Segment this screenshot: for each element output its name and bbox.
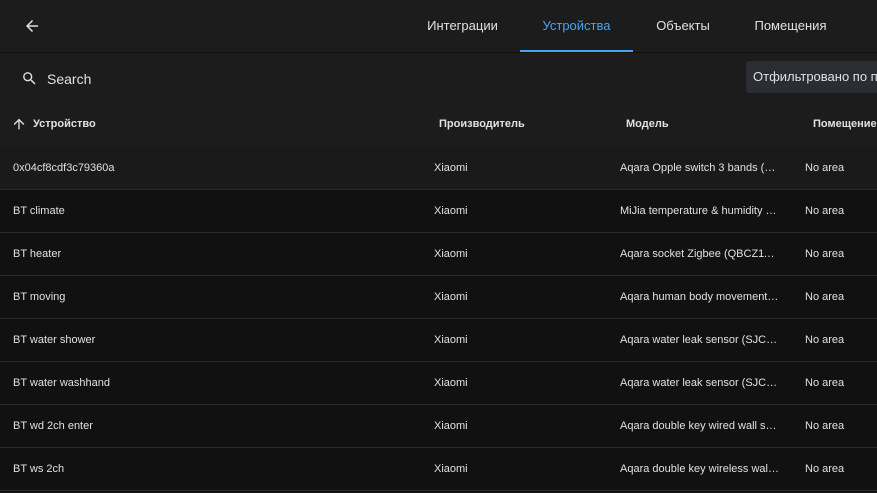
model-cell: Aqara Opple switch 3 bands (WX… — [620, 162, 780, 174]
device-name: BT climate — [13, 205, 65, 217]
device-name: 0x04cf8cdf3c79360a — [13, 162, 115, 174]
table-row[interactable]: BT ws 2ch Xiaomi Aqara double key wirele… — [0, 448, 877, 491]
model-cell: Aqara human body movement an… — [620, 291, 780, 303]
column-header-device[interactable]: Устройство — [33, 101, 96, 147]
table-row[interactable]: BT wd 2ch enter Xiaomi Aqara double key … — [0, 405, 877, 448]
area-cell: No area — [805, 463, 845, 475]
area-cell: No area — [805, 377, 845, 389]
manufacturer-cell: Xiaomi — [434, 463, 468, 475]
table-row[interactable]: BT moving Xiaomi Aqara human body moveme… — [0, 276, 877, 319]
table-row[interactable]: BT climate Xiaomi MiJia temperature & hu… — [0, 190, 877, 233]
area-cell: No area — [805, 205, 845, 217]
column-header-manufacturer[interactable]: Производитель — [439, 101, 525, 147]
area-cell: No area — [805, 248, 845, 260]
table-row[interactable]: BT heater Xiaomi Aqara socket Zigbee (QB… — [0, 233, 877, 276]
arrow-left-icon — [26, 20, 38, 32]
manufacturer-cell: Xiaomi — [434, 162, 468, 174]
tab-entities[interactable]: Объекты — [633, 0, 733, 52]
model-cell: Aqara socket Zigbee (QBCZ11LM) — [620, 248, 780, 260]
device-name: BT heater — [13, 248, 62, 260]
model-cell: Aqara water leak sensor (SJCGQ… — [620, 377, 780, 389]
device-name: BT moving — [13, 291, 66, 303]
model-cell: Aqara water leak sensor (SJCGQ… — [620, 334, 780, 346]
filter-chip[interactable]: Отфильтровано по при — [746, 61, 877, 93]
table-row[interactable]: 0x04cf8cdf3c79360a Xiaomi Aqara Opple sw… — [0, 147, 877, 190]
area-cell: No area — [805, 291, 845, 303]
device-name: BT wd 2ch enter — [13, 420, 93, 432]
manufacturer-cell: Xiaomi — [434, 248, 468, 260]
manufacturer-cell: Xiaomi — [434, 334, 468, 346]
table-row[interactable]: BT water shower Xiaomi Aqara water leak … — [0, 319, 877, 362]
device-name: BT ws 2ch — [13, 463, 65, 475]
manufacturer-cell: Xiaomi — [434, 291, 468, 303]
manufacturer-cell: Xiaomi — [434, 377, 468, 389]
area-cell: No area — [805, 162, 845, 174]
device-name: BT water washhand — [13, 377, 111, 389]
tab-areas[interactable]: Помещения — [733, 0, 848, 52]
column-header-area[interactable]: Помещение — [813, 101, 877, 147]
device-table: 0x04cf8cdf3c79360a Xiaomi Aqara Opple sw… — [0, 147, 877, 491]
model-cell: Aqara double key wired wall swit… — [620, 420, 780, 432]
model-cell: Aqara double key wireless wall s… — [620, 463, 780, 475]
area-cell: No area — [805, 420, 845, 432]
top-app-bar: Интеграции Устройства Объекты Помещения — [0, 0, 877, 52]
back-button[interactable] — [18, 12, 46, 40]
column-header-model[interactable]: Модель — [626, 101, 669, 147]
area-cell: No area — [805, 334, 845, 346]
search-input[interactable] — [45, 67, 349, 91]
tab-devices[interactable]: Устройства — [520, 0, 633, 52]
manufacturer-cell: Xiaomi — [434, 205, 468, 217]
manufacturer-cell: Xiaomi — [434, 420, 468, 432]
tab-integrations[interactable]: Интеграции — [405, 0, 520, 52]
table-header: Устройство Производитель Модель Помещени… — [0, 101, 877, 147]
arrow-up-icon[interactable] — [11, 116, 27, 132]
model-cell: MiJia temperature & humidity se… — [620, 205, 780, 217]
search-bar: Отфильтровано по при — [0, 52, 877, 101]
table-row[interactable]: BT water washhand Xiaomi Aqara water lea… — [0, 362, 877, 405]
device-name: BT water shower — [13, 334, 96, 346]
search-icon — [23, 72, 36, 85]
